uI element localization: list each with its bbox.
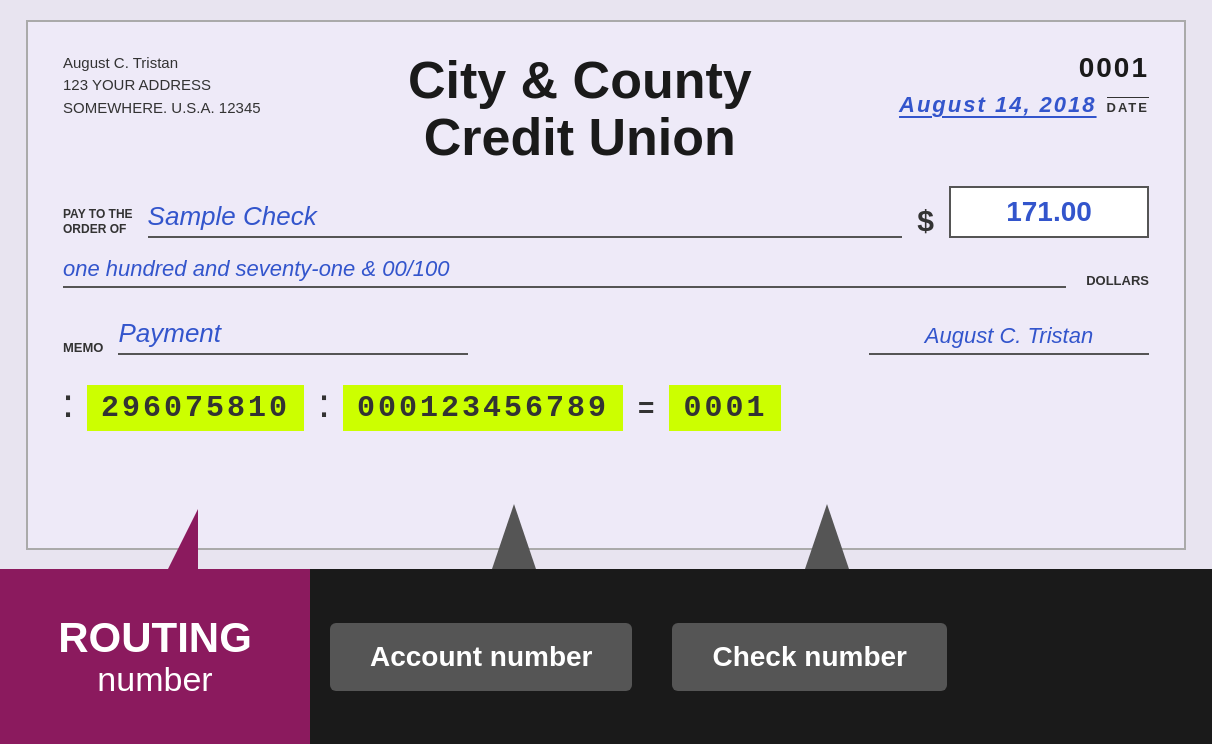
payer-info: August C. Tristan 123 YOUR ADDRESS SOMEW… (63, 52, 261, 120)
check-arrow (805, 504, 849, 569)
payer-address2: SOMEWHERE. U.S.A. 12345 (63, 97, 261, 120)
routing-number-highlight: 296075810 (87, 385, 304, 431)
dollars-label: DOLLARS (1086, 273, 1149, 288)
routing-arrow (168, 509, 198, 569)
check-number: 0001 August 14, 2018 DATE (899, 52, 1149, 118)
payer-address1: 123 YOUR ADDRESS (63, 74, 261, 97)
micr-close1: ⁚ (319, 391, 328, 424)
amount-words: one hundred and seventy-one & 00/100 (63, 256, 1066, 288)
bank-name-line2: Credit Union (261, 109, 899, 166)
micr-row: ⁚ 296075810 ⁚ 000123456789 = 0001 (63, 385, 1149, 431)
micr-equals: = (638, 392, 654, 424)
words-row: one hundred and seventy-one & 00/100 DOL… (63, 256, 1149, 288)
account-label-box: Account number (330, 623, 632, 691)
bank-name-line1: City & County (261, 52, 899, 109)
date-value: August 14, 2018 (899, 92, 1097, 118)
payer-name: August C. Tristan (63, 52, 261, 75)
check-number-value: 0001 (1079, 52, 1149, 83)
account-number-highlight: 000123456789 (343, 385, 623, 431)
routing-label-bottom: number (97, 661, 212, 698)
payee: Sample Check (148, 201, 903, 238)
memo-row: MEMO Payment August C. Tristan (63, 318, 1149, 355)
amount-box: 171.00 (949, 186, 1149, 238)
bank-name: City & County Credit Union (261, 52, 899, 166)
bottom-bar: ROUTING number Account number Check numb… (0, 569, 1212, 744)
check-label-box: Check number (672, 623, 947, 691)
date-row: August 14, 2018 DATE (899, 92, 1149, 118)
routing-box: ROUTING number (0, 569, 310, 744)
routing-label-top: ROUTING (58, 615, 252, 661)
memo-label: MEMO (63, 340, 103, 355)
account-arrow (492, 504, 536, 569)
pay-label: PAY TO THEORDER OF (63, 207, 133, 238)
micr-open1: ⁚ (63, 391, 72, 424)
dollar-sign: $ (917, 204, 934, 238)
signature: August C. Tristan (869, 323, 1149, 355)
check: August C. Tristan 123 YOUR ADDRESS SOMEW… (26, 20, 1186, 550)
check-header: August C. Tristan 123 YOUR ADDRESS SOMEW… (63, 52, 1149, 166)
date-label: DATE (1107, 97, 1149, 115)
pay-row: PAY TO THEORDER OF Sample Check $ 171.00 (63, 186, 1149, 238)
memo-value: Payment (118, 318, 468, 355)
signature-area: August C. Tristan (483, 323, 1149, 355)
check-area: August C. Tristan 123 YOUR ADDRESS SOMEW… (0, 0, 1212, 569)
check-number-highlight: 0001 (669, 385, 781, 431)
